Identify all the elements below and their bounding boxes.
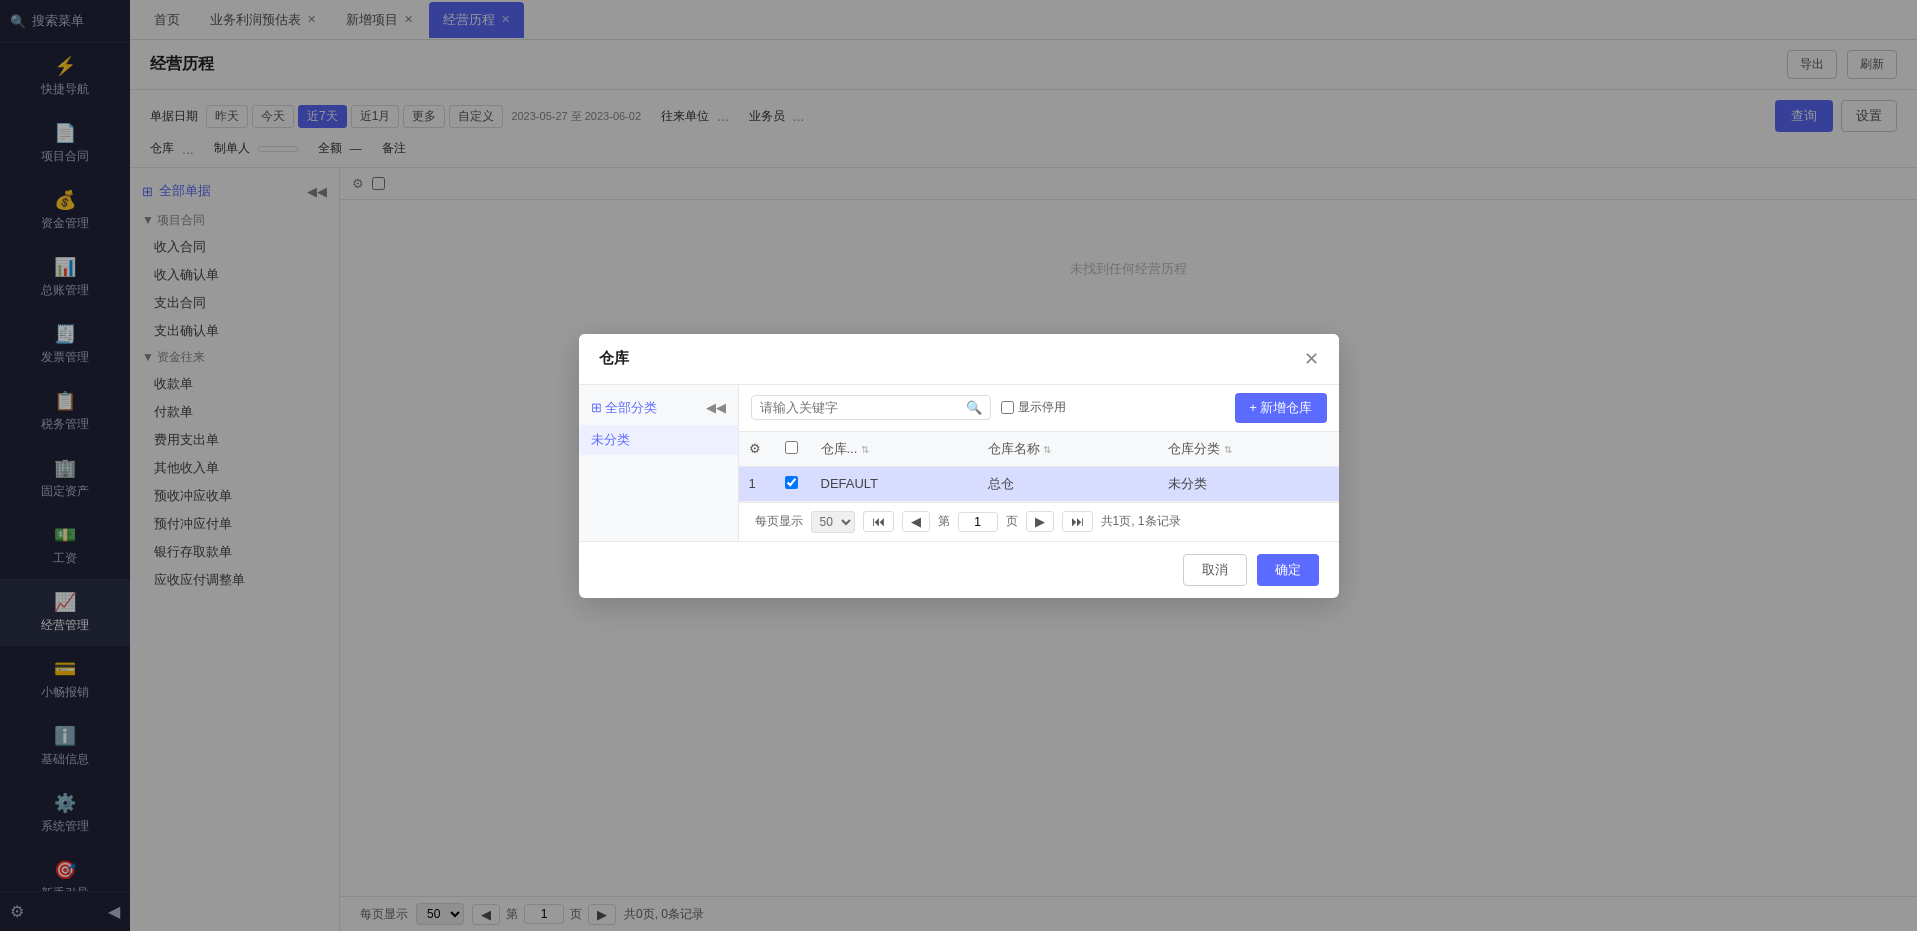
warehouse-table-head: ⚙ 仓库... ⇅ 仓库名称 ⇅ bbox=[739, 432, 1339, 467]
col-code-header: 仓库... ⇅ bbox=[811, 432, 978, 467]
sort-name-icon: ⇅ bbox=[1043, 444, 1051, 455]
modal-per-page-label: 每页显示 bbox=[755, 513, 803, 530]
row-checkbox-cell bbox=[775, 466, 811, 501]
row-checkbox[interactable] bbox=[785, 476, 798, 489]
modal-last-page-button[interactable]: ⏭ bbox=[1062, 511, 1093, 532]
show-disabled-label: 显示停用 bbox=[1018, 399, 1066, 416]
add-warehouse-button[interactable]: + 新增仓库 bbox=[1235, 393, 1326, 423]
table-row[interactable]: 1 DEFAULT 总仓 未分类 bbox=[739, 466, 1339, 501]
modal-left-header: ⊞ 全部分类 ◀◀ bbox=[579, 395, 738, 425]
modal-left-collapse-icon[interactable]: ◀◀ bbox=[706, 400, 726, 415]
modal-prev-page-button[interactable]: ◀ bbox=[902, 511, 930, 532]
table-select-all[interactable] bbox=[785, 441, 798, 454]
col-settings: ⚙ bbox=[739, 432, 775, 467]
modal-right-panel: 🔍 显示停用 + 新增仓库 ⚙ bbox=[739, 385, 1339, 541]
show-disabled-checkbox[interactable] bbox=[1001, 401, 1014, 414]
modal-search-icon: 🔍 bbox=[966, 400, 982, 415]
modal-close-button[interactable]: ✕ bbox=[1304, 348, 1319, 370]
col-name-header: 仓库名称 ⇅ bbox=[978, 432, 1158, 467]
modal-search-input[interactable] bbox=[760, 400, 960, 415]
modal-page-input[interactable] bbox=[958, 512, 998, 532]
modal-actions: 取消 确定 bbox=[579, 541, 1339, 598]
modal-total-records: 共1页, 1条记录 bbox=[1101, 513, 1181, 530]
warehouse-table: ⚙ 仓库... ⇅ 仓库名称 ⇅ bbox=[739, 432, 1339, 502]
modal-per-page-select[interactable]: 50 bbox=[811, 511, 855, 533]
warehouse-modal: 仓库 ✕ ⊞ 全部分类 ◀◀ 未分类 bbox=[579, 334, 1339, 598]
show-disabled-checkbox-label[interactable]: 显示停用 bbox=[1001, 399, 1066, 416]
modal-pagination: 每页显示 50 ⏮ ◀ 第 页 ▶ ⏭ 共1页, 1条记录 bbox=[739, 502, 1339, 541]
row-category: 未分类 bbox=[1158, 466, 1338, 501]
modal-page-label: 第 bbox=[938, 513, 950, 530]
cancel-button[interactable]: 取消 bbox=[1183, 554, 1247, 586]
modal-header: 仓库 ✕ bbox=[579, 334, 1339, 385]
col-category-label: 仓库分类 bbox=[1168, 441, 1220, 456]
modal-left-title-text: 全部分类 bbox=[605, 400, 657, 415]
col-category-header: 仓库分类 ⇅ bbox=[1158, 432, 1338, 467]
sort-category-icon: ⇅ bbox=[1224, 444, 1232, 455]
warehouse-table-body: 1 DEFAULT 总仓 未分类 bbox=[739, 466, 1339, 501]
confirm-button[interactable]: 确定 bbox=[1257, 554, 1319, 586]
col-checkbox-header bbox=[775, 432, 811, 467]
modal-category-uncategorized[interactable]: 未分类 bbox=[579, 425, 738, 455]
modal-toolbar: 🔍 显示停用 + 新增仓库 bbox=[739, 385, 1339, 432]
modal-page-unit: 页 bbox=[1006, 513, 1018, 530]
modal-next-page-button[interactable]: ▶ bbox=[1026, 511, 1054, 532]
modal-overlay: 仓库 ✕ ⊞ 全部分类 ◀◀ 未分类 bbox=[0, 0, 1917, 931]
warehouse-table-header-row: ⚙ 仓库... ⇅ 仓库名称 ⇅ bbox=[739, 432, 1339, 467]
sort-code-icon: ⇅ bbox=[861, 444, 869, 455]
modal-table-wrapper: ⚙ 仓库... ⇅ 仓库名称 ⇅ bbox=[739, 432, 1339, 502]
modal-body: ⊞ 全部分类 ◀◀ 未分类 🔍 显示停用 bbox=[579, 385, 1339, 541]
grid-icon-modal: ⊞ bbox=[591, 400, 602, 415]
modal-left-panel: ⊞ 全部分类 ◀◀ 未分类 bbox=[579, 385, 739, 541]
row-seq: 1 bbox=[739, 466, 775, 501]
modal-left-title: ⊞ 全部分类 bbox=[591, 399, 658, 417]
col-code-label: 仓库... bbox=[821, 441, 858, 456]
row-name: 总仓 bbox=[978, 466, 1158, 501]
modal-first-page-button[interactable]: ⏮ bbox=[863, 511, 894, 532]
modal-title: 仓库 bbox=[599, 349, 629, 368]
col-name-label: 仓库名称 bbox=[988, 441, 1040, 456]
row-code: DEFAULT bbox=[811, 466, 978, 501]
modal-search-box[interactable]: 🔍 bbox=[751, 395, 991, 420]
